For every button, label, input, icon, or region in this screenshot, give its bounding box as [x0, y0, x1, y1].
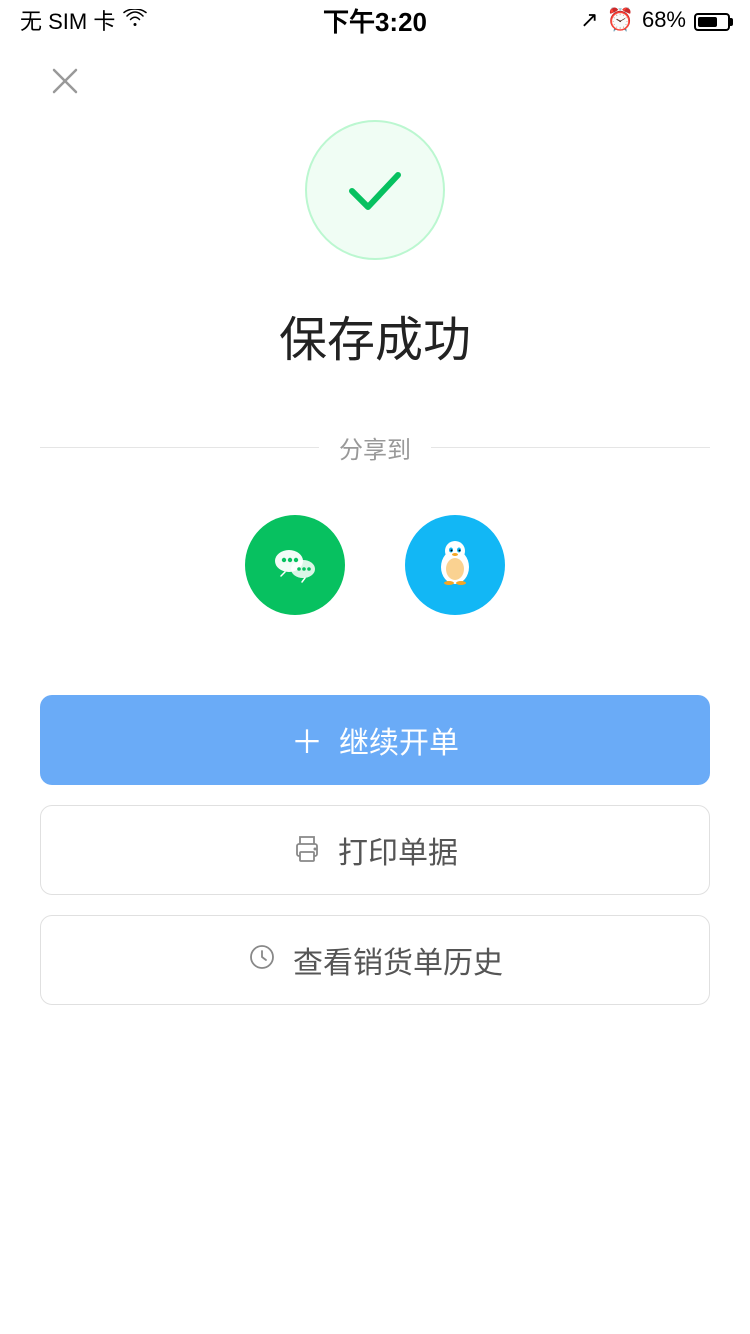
history-icon	[247, 942, 277, 979]
alarm-icon: ⏰	[607, 7, 634, 33]
continue-plus-icon: ＋	[291, 717, 323, 763]
close-icon	[50, 66, 80, 96]
status-time: 下午3:20	[323, 2, 427, 39]
battery-percent: 68%	[642, 7, 686, 33]
close-button[interactable]	[40, 56, 90, 106]
checkmark-icon	[340, 155, 410, 225]
share-divider: 分享到	[0, 430, 750, 465]
divider-line-left	[40, 447, 319, 448]
status-bar: 无 SIM 卡 下午3:20 ↗ ⏰ 68%	[0, 0, 750, 40]
history-button[interactable]: 查看销货单历史	[40, 915, 710, 1005]
no-sim-text: 无 SIM 卡	[20, 4, 115, 36]
print-icon	[292, 832, 322, 869]
continue-button[interactable]: ＋ 继续开单	[40, 695, 710, 785]
qq-icon	[427, 537, 483, 593]
continue-label: 继续开单	[339, 718, 459, 762]
share-label: 分享到	[319, 430, 431, 465]
share-icons-row	[245, 515, 505, 615]
status-left: 无 SIM 卡	[20, 4, 147, 36]
main-content: 保存成功 分享到	[0, 40, 750, 1005]
print-button[interactable]: 打印单据	[40, 805, 710, 895]
action-buttons: ＋ 继续开单 打印单据	[0, 695, 750, 1005]
history-label: 查看销货单历史	[293, 938, 503, 982]
wechat-circle	[245, 515, 345, 615]
qq-circle	[405, 515, 505, 615]
status-right: ↗ ⏰ 68%	[580, 7, 730, 33]
divider-line-right	[431, 447, 710, 448]
print-label: 打印单据	[338, 828, 458, 872]
battery-icon	[694, 7, 730, 33]
success-circle	[305, 120, 445, 260]
qq-share-button[interactable]	[405, 515, 505, 615]
wechat-icon	[267, 537, 323, 593]
success-title: 保存成功	[279, 300, 471, 370]
location-icon: ↗	[580, 7, 598, 33]
wechat-share-button[interactable]	[245, 515, 345, 615]
wifi-icon	[123, 7, 147, 33]
